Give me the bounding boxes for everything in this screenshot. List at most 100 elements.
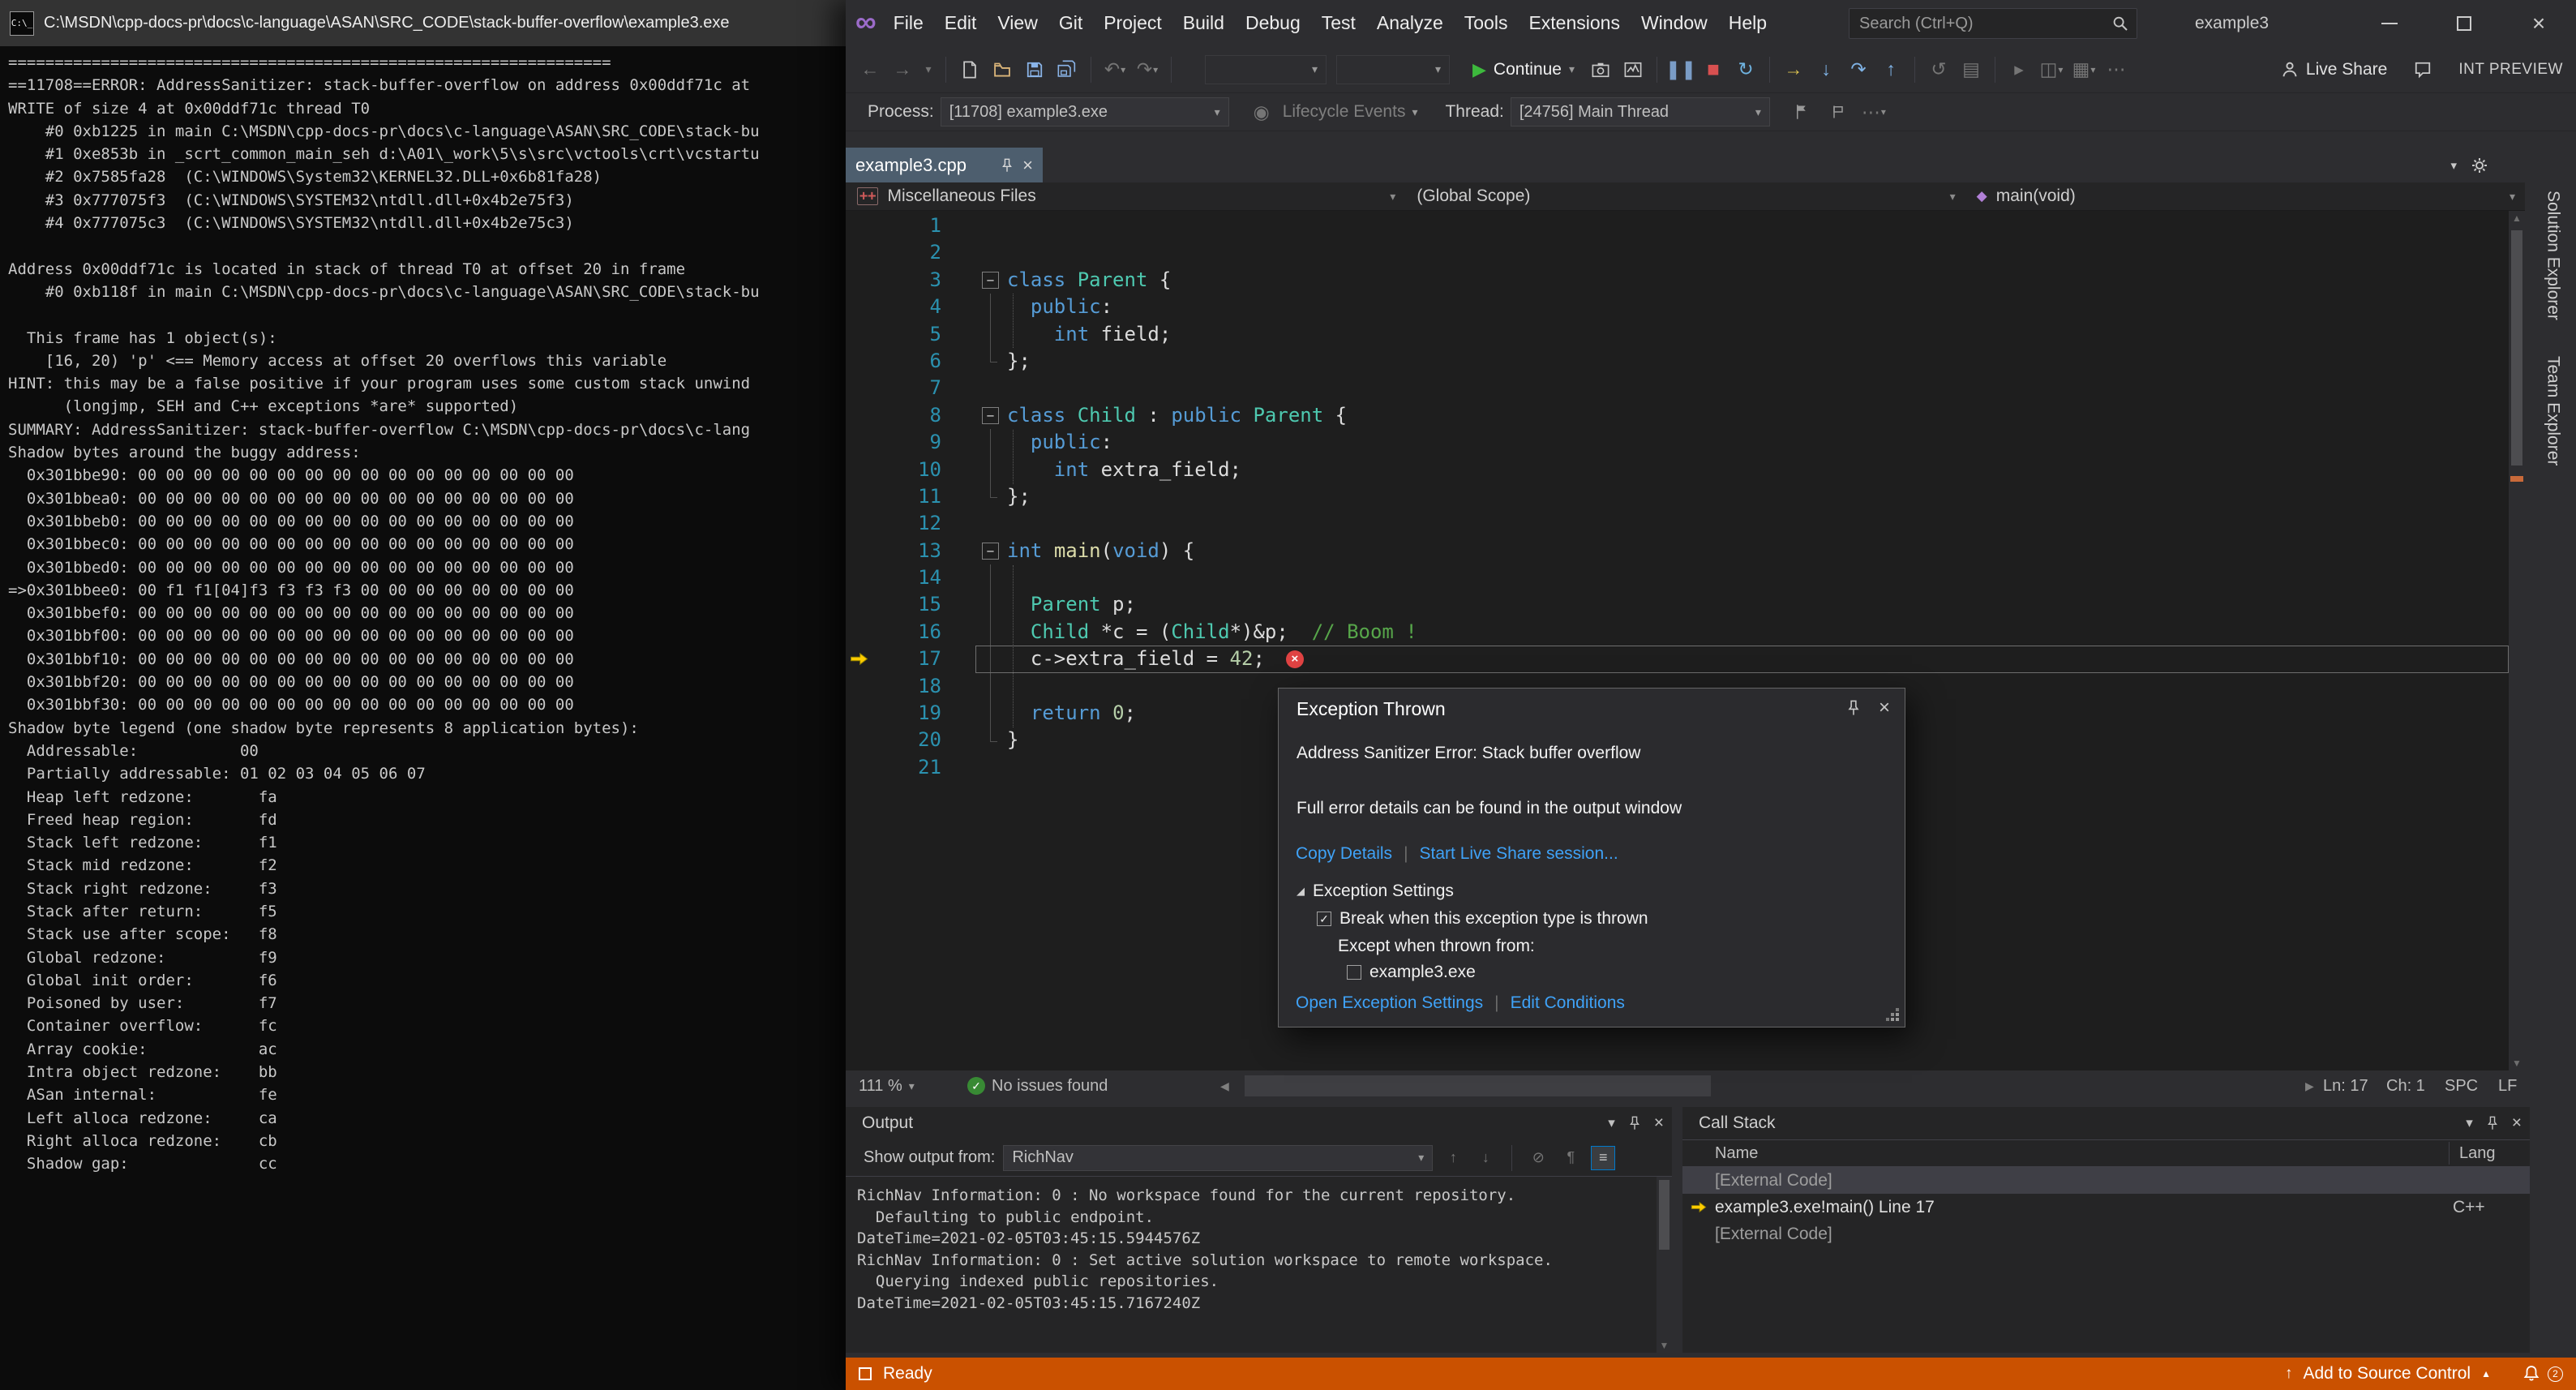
undo-icon[interactable]: ↶ ▾ bbox=[1100, 54, 1129, 85]
memory-window-icon[interactable]: ▦ ▾ bbox=[2069, 54, 2098, 85]
toolbar-overflow-icon[interactable]: ⋯ bbox=[2102, 54, 2131, 85]
scope-dropdown[interactable]: (Global Scope) ▾ bbox=[1405, 182, 1965, 210]
break-when-thrown-row[interactable]: Break when this exception type is thrown bbox=[1317, 909, 1648, 929]
show-next-statement-icon[interactable]: → bbox=[1779, 54, 1808, 85]
breakpoint-margin[interactable] bbox=[846, 538, 873, 564]
code-line-14[interactable]: 14 bbox=[846, 564, 2509, 592]
code-line-5[interactable]: 5 int field; bbox=[846, 320, 2509, 348]
breakpoint-margin[interactable] bbox=[846, 564, 873, 591]
panel-splitter[interactable] bbox=[1672, 1107, 1682, 1353]
callstack-row[interactable]: example3.exe!main() Line 17 C++ bbox=[1682, 1194, 2530, 1221]
open-file-icon[interactable] bbox=[988, 54, 1017, 85]
dialog-resize-grip[interactable] bbox=[1896, 1018, 1899, 1021]
fold-gutter[interactable]: − bbox=[941, 538, 1007, 564]
call-stack-title[interactable]: Call Stack bbox=[1699, 1113, 1776, 1133]
close-tab-icon[interactable]: × bbox=[1022, 155, 1033, 176]
code-line-8[interactable]: 8 − class Child : public Parent { bbox=[846, 402, 2509, 429]
breakpoint-margin[interactable] bbox=[846, 700, 873, 727]
breakpoint-margin[interactable] bbox=[846, 212, 873, 239]
live-share-button[interactable]: Live Share bbox=[2281, 60, 2387, 79]
continue-button[interactable]: ▶ Continue ▾ bbox=[1464, 54, 1583, 86]
module-checkbox[interactable] bbox=[1347, 965, 1361, 980]
notification-count-badge[interactable]: 2 bbox=[2548, 1366, 2563, 1382]
output-scrollbar-thumb[interactable] bbox=[1659, 1180, 1669, 1250]
menu-window[interactable]: Window bbox=[1631, 0, 1718, 46]
exception-settings-header[interactable]: ◢ Exception Settings bbox=[1297, 882, 1454, 901]
code-line-1[interactable]: 1 bbox=[846, 212, 2509, 239]
hscroll-right-icon[interactable]: ▶ bbox=[2305, 1070, 2314, 1101]
break-all-icon[interactable]: ❚❚ bbox=[1665, 54, 1697, 85]
column-name[interactable]: Name bbox=[1715, 1144, 1758, 1163]
menu-test[interactable]: Test bbox=[1311, 0, 1366, 46]
scroll-down-icon[interactable]: ▼ bbox=[2509, 1058, 2525, 1069]
restart-icon[interactable]: ↻ bbox=[1731, 54, 1760, 85]
breakpoint-margin[interactable] bbox=[846, 267, 873, 294]
solution-configurations-dropdown[interactable]: ▾ bbox=[1205, 54, 1327, 84]
step-over-icon[interactable]: ↷ bbox=[1844, 54, 1873, 85]
clear-all-output-icon[interactable]: ⊘ bbox=[1526, 1146, 1550, 1170]
save-icon[interactable] bbox=[1020, 54, 1049, 85]
code-line-15[interactable]: 15 Parent p; bbox=[846, 591, 2509, 619]
breakpoint-margin[interactable] bbox=[846, 457, 873, 483]
maximize-button[interactable] bbox=[2427, 0, 2501, 46]
breakpoint-margin[interactable] bbox=[846, 402, 873, 429]
breakpoint-margin[interactable] bbox=[846, 348, 873, 375]
refresh-icon[interactable]: ↺ bbox=[1924, 54, 1953, 85]
copy-details-link[interactable]: Copy Details bbox=[1296, 844, 1392, 864]
solution-platforms-dropdown[interactable]: ▾ bbox=[1336, 54, 1450, 84]
selection-mode-icon[interactable]: ▸ bbox=[2004, 54, 2034, 85]
lifecycle-events-label[interactable]: Lifecycle Events bbox=[1283, 102, 1406, 122]
menu-edit[interactable]: Edit bbox=[934, 0, 988, 46]
start-live-share-link[interactable]: Start Live Share session... bbox=[1420, 844, 1618, 864]
navigate-back-icon[interactable]: ← bbox=[855, 54, 885, 85]
breakpoint-margin[interactable] bbox=[846, 321, 873, 348]
breakpoint-margin[interactable] bbox=[846, 619, 873, 646]
module-exclude-row[interactable]: example3.exe bbox=[1347, 963, 1476, 982]
flag-thread-icon[interactable] bbox=[1824, 97, 1853, 127]
output-source-dropdown[interactable]: RichNav ▾ bbox=[1003, 1144, 1434, 1171]
save-all-icon[interactable] bbox=[1052, 54, 1082, 85]
background-tasks-icon[interactable] bbox=[859, 1367, 872, 1380]
output-close-icon[interactable]: × bbox=[1654, 1113, 1664, 1133]
column-lang[interactable]: Lang bbox=[2459, 1144, 2496, 1163]
scroll-up-icon[interactable]: ▲ bbox=[2509, 212, 2525, 224]
output-panel-title[interactable]: Output bbox=[862, 1113, 913, 1133]
code-line-17[interactable]: 17 c->extra_field = 42; × bbox=[846, 646, 2509, 673]
code-line-12[interactable]: 12 bbox=[846, 510, 2509, 537]
output-window-position-icon[interactable]: ▾ bbox=[1608, 1115, 1615, 1131]
menu-debug[interactable]: Debug bbox=[1235, 0, 1311, 46]
exception-thrown-dialog[interactable]: Exception Thrown × Address Sanitizer Err… bbox=[1278, 688, 1905, 1027]
breakpoint-margin[interactable] bbox=[846, 429, 873, 456]
breakpoint-margin[interactable] bbox=[846, 591, 873, 618]
notifications-bell-icon[interactable] bbox=[2522, 1365, 2540, 1383]
callstack-pin-icon[interactable] bbox=[2486, 1116, 2499, 1130]
thread-dropdown[interactable]: [24756] Main Thread ▾ bbox=[1510, 97, 1770, 127]
console-titlebar[interactable]: C:\_ C:\MSDN\cpp-docs-pr\docs\c-language… bbox=[0, 0, 846, 46]
previous-message-icon[interactable]: ↑ bbox=[1441, 1146, 1465, 1170]
horizontal-scrollbar-thumb[interactable] bbox=[1245, 1075, 1711, 1096]
hscroll-left-icon[interactable]: ◀ bbox=[1220, 1070, 1229, 1101]
current-statement-arrow[interactable] bbox=[846, 646, 873, 672]
code-line-2[interactable]: 2 bbox=[846, 239, 2509, 266]
add-to-source-control-button[interactable]: Add to Source Control bbox=[2303, 1364, 2471, 1384]
menu-build[interactable]: Build bbox=[1172, 0, 1235, 46]
next-message-icon[interactable]: ↓ bbox=[1473, 1146, 1498, 1170]
stop-debugging-icon[interactable]: ■ bbox=[1699, 54, 1728, 85]
callstack-row[interactable]: [External Code] bbox=[1682, 1167, 2530, 1194]
toggle-word-wrap-icon[interactable]: ¶ bbox=[1558, 1146, 1583, 1170]
window-settings-gear-icon[interactable] bbox=[2471, 157, 2488, 174]
fold-gutter[interactable]: − bbox=[941, 267, 1007, 294]
edit-conditions-link[interactable]: Edit Conditions bbox=[1511, 993, 1625, 1013]
code-line-6[interactable]: 6}; bbox=[846, 347, 2509, 375]
member-dropdown[interactable]: ◆ main(void) ▾ bbox=[1965, 182, 2525, 210]
menu-help[interactable]: Help bbox=[1718, 0, 1777, 46]
output-pin-icon[interactable] bbox=[1628, 1116, 1641, 1130]
snapshot-icon[interactable] bbox=[1586, 54, 1615, 85]
breakpoint-margin[interactable] bbox=[846, 510, 873, 537]
health-indicator[interactable]: ✓ No issues found bbox=[967, 1070, 1108, 1101]
project-dropdown[interactable]: ++ Miscellaneous Files ▾ bbox=[846, 182, 1405, 210]
output-scrollbar[interactable]: ▼ bbox=[1657, 1177, 1672, 1353]
navigation-history-dropdown-icon[interactable]: ▾ bbox=[920, 54, 937, 85]
navigate-forward-icon[interactable]: → bbox=[888, 54, 917, 85]
toggle-autoscroll-icon[interactable]: ≡ bbox=[1591, 1145, 1616, 1170]
